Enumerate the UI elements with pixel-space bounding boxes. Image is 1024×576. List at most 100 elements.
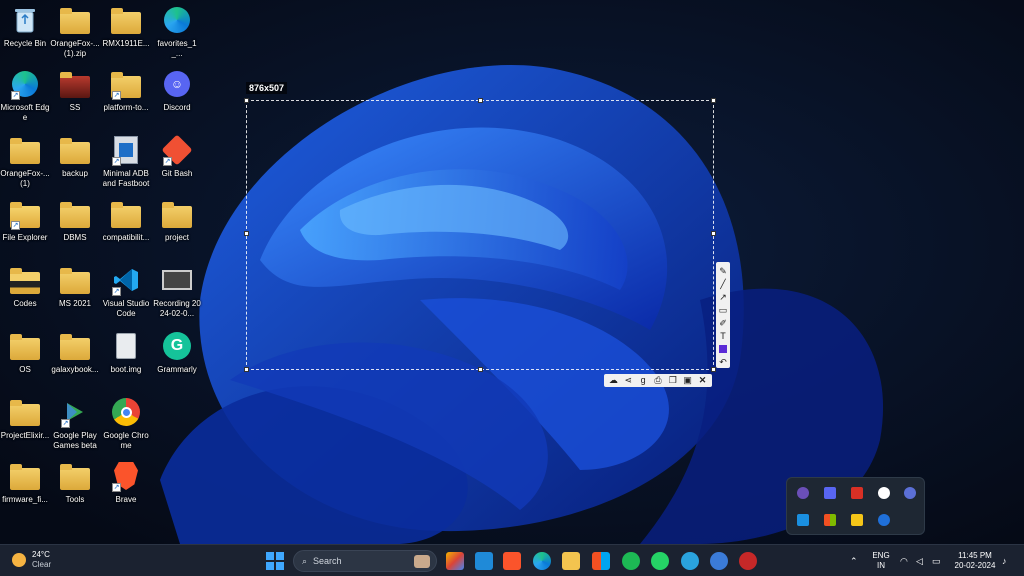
start-button[interactable] (266, 552, 284, 570)
folder-icon (59, 264, 91, 296)
dbms-folder[interactable]: DBMS (50, 198, 100, 243)
resize-handle-left[interactable] (244, 231, 249, 236)
shortcut-arrow-icon: ↗ (11, 91, 20, 100)
input-language[interactable]: ENG IN (868, 551, 894, 571)
clock-date: 20-02-2024 (954, 561, 996, 570)
red-app-tray-icon[interactable] (851, 487, 863, 499)
taskbar-search[interactable]: ⌕ Search (293, 550, 437, 572)
shortcut-arrow-icon: ↗ (61, 419, 70, 428)
taskbar-app-vscode[interactable] (475, 552, 493, 570)
search-placeholder: Search (313, 556, 342, 566)
resize-handle-right[interactable] (711, 231, 716, 236)
taskbar-app-brave[interactable] (503, 552, 521, 570)
orangefox-folder[interactable]: OrangeFox-...(1) (0, 134, 50, 189)
weather-widget[interactable]: 24°C Clear (12, 550, 51, 570)
codes-folder[interactable]: Codes (0, 264, 50, 309)
rectangle-icon[interactable]: ▭ (717, 304, 729, 316)
upload-icon[interactable]: ☁ (608, 375, 619, 386)
copy-icon[interactable]: ❐ (667, 375, 678, 386)
compatibility-folder[interactable]: compatibilit... (101, 198, 151, 243)
taskbar-app-recorder[interactable] (739, 552, 757, 570)
resize-handle-top-right[interactable] (711, 98, 716, 103)
weather-icon (12, 553, 26, 567)
tools-folder[interactable]: Tools (50, 460, 100, 505)
color-swatch[interactable] (717, 343, 729, 355)
folder-icon (161, 198, 193, 230)
git-bash-shortcut[interactable]: ↗ Git Bash (152, 134, 202, 179)
resize-handle-bottom-right[interactable] (711, 367, 716, 372)
language-code: ENG (872, 551, 890, 560)
line-icon[interactable]: ╱ (717, 278, 729, 290)
visual-studio-code-shortcut[interactable]: ↗ Visual Studio Code (101, 264, 151, 319)
edge-icon: ↗ (9, 68, 41, 100)
taskbar-app-copilot[interactable] (446, 552, 464, 570)
firmware-folder[interactable]: firmware_fi... (0, 460, 50, 505)
volume-icon[interactable]: ◁ (916, 556, 923, 567)
google-search-icon[interactable]: g (638, 375, 649, 386)
arrow-icon[interactable]: ↗ (717, 291, 729, 303)
folder-icon (9, 264, 41, 296)
close-icon[interactable]: ✕ (697, 375, 708, 386)
feather-app-icon[interactable] (797, 487, 809, 499)
share-icon[interactable]: ⋖ (623, 375, 634, 386)
bluetooth-tray-icon[interactable] (878, 514, 890, 526)
rmx1911e-folder[interactable]: RMX1911E... (101, 4, 151, 49)
globe-tray-icon[interactable] (904, 487, 916, 499)
security-warning-tray-icon[interactable] (851, 514, 863, 526)
google-chrome-shortcut[interactable]: Google Chrome (101, 396, 151, 451)
discord-tray-icon[interactable] (824, 487, 836, 499)
ss-folder[interactable]: SS (50, 68, 100, 113)
recycle-bin-icon (9, 4, 41, 36)
file-explorer-shortcut[interactable]: ↗ File Explorer (0, 198, 50, 243)
taskbar-app-file-explorer[interactable] (562, 552, 580, 570)
language-region: IN (877, 561, 885, 570)
orangefox-zip-file[interactable]: OrangeFox-...(1).zip (50, 4, 100, 59)
marker-icon[interactable]: ✐ (717, 317, 729, 329)
ms-2021-folder[interactable]: MS 2021 (50, 264, 100, 309)
clock[interactable]: 11:45 PM 20-02-2024 (952, 551, 998, 571)
show-hidden-icons-chevron-icon[interactable]: ⌃ (850, 556, 858, 567)
resize-handle-top-left[interactable] (244, 98, 249, 103)
boot-img-file[interactable]: boot.img (101, 330, 151, 375)
grammarly-shortcut[interactable]: G Grammarly (152, 330, 202, 375)
taskbar-app-spotify[interactable] (622, 552, 640, 570)
undo-icon[interactable]: ↶ (717, 356, 729, 368)
grammarly-icon: G (161, 330, 193, 362)
save-icon[interactable]: ▣ (682, 375, 693, 386)
galaxybook-folder[interactable]: galaxybook... (50, 330, 100, 375)
taskbar-app-store[interactable] (592, 552, 610, 570)
os-folder[interactable]: OS (0, 330, 50, 375)
taskbar-app-whatsapp[interactable] (651, 552, 669, 570)
snip-selection-area[interactable] (244, 98, 716, 372)
pen-icon[interactable]: ✎ (717, 265, 729, 277)
grammarly-tray-icon[interactable] (878, 487, 890, 499)
recording-file[interactable]: Recording 2024-02-0... (152, 264, 202, 319)
file-icon (110, 330, 142, 362)
search-icon: ⌕ (302, 555, 308, 566)
taskbar-app-help[interactable] (710, 552, 728, 570)
resize-handle-bottom-left[interactable] (244, 367, 249, 372)
folder-icon (59, 460, 91, 492)
wifi-icon[interactable]: ◠ (900, 556, 908, 567)
projectelixir-folder[interactable]: ProjectElixir... (0, 396, 50, 441)
battery-icon[interactable]: ▭ (932, 556, 941, 567)
platform-tools-shortcut[interactable]: ↗ platform-to... (101, 68, 151, 113)
project-folder[interactable]: project (152, 198, 202, 243)
resize-handle-bottom[interactable] (478, 367, 483, 372)
notification-bell-icon[interactable]: ♪ (1002, 556, 1007, 566)
print-icon[interactable]: ⎙ (652, 375, 663, 386)
windows-app-tray-icon[interactable] (824, 514, 836, 526)
favorites-file[interactable]: favorites_1_... (152, 4, 202, 59)
resize-handle-top[interactable] (478, 98, 483, 103)
microsoft-edge-shortcut[interactable]: ↗ Microsoft Edge (0, 68, 50, 123)
taskbar-app-edge[interactable] (533, 552, 551, 570)
google-play-games-shortcut[interactable]: ↗ Google Play Games beta (50, 396, 100, 451)
brave-shortcut[interactable]: ↗ Brave (101, 460, 151, 505)
taskbar-app-telegram[interactable] (681, 552, 699, 570)
backup-folder[interactable]: backup (50, 134, 100, 179)
cloud-tray-icon[interactable] (797, 514, 809, 526)
text-icon[interactable]: T (717, 330, 729, 342)
recycle-bin[interactable]: Recycle Bin (0, 4, 50, 49)
minimal-adb-shortcut[interactable]: ↗ Minimal ADB and Fastboot (101, 134, 151, 189)
discord-shortcut[interactable]: ☺ Discord (152, 68, 202, 113)
